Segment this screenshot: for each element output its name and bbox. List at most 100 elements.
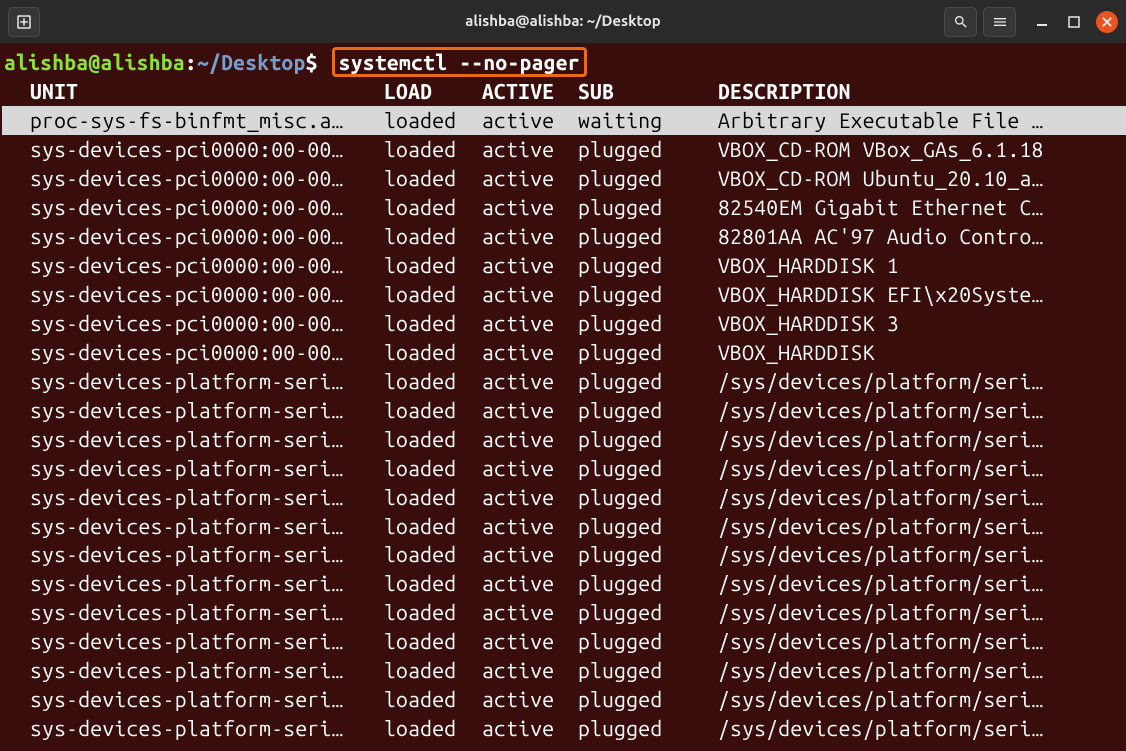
cell-load: loaded bbox=[384, 425, 482, 454]
cell-sub: plugged bbox=[578, 164, 718, 193]
cell-load: loaded bbox=[384, 454, 482, 483]
cell-sub: plugged bbox=[578, 309, 718, 338]
cell-unit: sys-devices-pci0000:00-00… bbox=[8, 222, 384, 251]
cell-description: /sys/devices/platform/seri… bbox=[718, 714, 1126, 743]
prompt-dollar: $ bbox=[306, 50, 318, 74]
cell-active: active bbox=[482, 425, 578, 454]
close-button[interactable] bbox=[1096, 11, 1118, 33]
output-row: sys-devices-pci0000:00-00…loadedactivepl… bbox=[2, 280, 1126, 309]
cell-load: loaded bbox=[384, 338, 482, 367]
cell-load: loaded bbox=[384, 396, 482, 425]
cell-description: /sys/devices/platform/seri… bbox=[718, 483, 1126, 512]
cell-active: active bbox=[482, 540, 578, 569]
cell-description: /sys/devices/platform/seri… bbox=[718, 367, 1126, 396]
cell-description: 82801AA AC'97 Audio Contro… bbox=[718, 222, 1126, 251]
cell-sub: plugged bbox=[578, 280, 718, 309]
cell-description: VBOX_CD-ROM VBox_GAs_6.1.18 bbox=[718, 135, 1126, 164]
output-row: sys-devices-platform-seri…loadedactivepl… bbox=[2, 627, 1126, 656]
cell-active: active bbox=[482, 280, 578, 309]
cell-description: 82540EM Gigabit Ethernet C… bbox=[718, 193, 1126, 222]
cell-sub: plugged bbox=[578, 222, 718, 251]
output-row: sys-devices-platform-seri…loadedactivepl… bbox=[2, 598, 1126, 627]
menu-button[interactable] bbox=[983, 7, 1016, 37]
cell-unit: sys-devices-pci0000:00-00… bbox=[8, 164, 384, 193]
maximize-icon bbox=[1068, 16, 1080, 28]
output-row: sys-devices-platform-seri…loadedactivepl… bbox=[2, 454, 1126, 483]
output-row: sys-devices-pci0000:00-00…loadedactivepl… bbox=[2, 222, 1126, 251]
output-row: sys-devices-pci0000:00-00…loadedactivepl… bbox=[2, 309, 1126, 338]
cell-description: VBOX_HARDDISK EFI\x20Syste… bbox=[718, 280, 1126, 309]
cell-sub: waiting bbox=[578, 106, 718, 135]
new-tab-button[interactable] bbox=[8, 7, 40, 37]
cell-active: active bbox=[482, 627, 578, 656]
cell-sub: plugged bbox=[578, 540, 718, 569]
cell-unit: sys-devices-pci0000:00-00… bbox=[8, 309, 384, 338]
output-row: sys-devices-platform-seri…loadedactivepl… bbox=[2, 540, 1126, 569]
prompt-user-host: alishba@alishba bbox=[4, 50, 185, 74]
cell-unit: sys-devices-platform-seri… bbox=[8, 627, 384, 656]
cell-sub: plugged bbox=[578, 338, 718, 367]
cell-load: loaded bbox=[384, 222, 482, 251]
header-active: ACTIVE bbox=[482, 77, 578, 106]
cell-unit: sys-devices-platform-seri… bbox=[8, 483, 384, 512]
cell-sub: plugged bbox=[578, 135, 718, 164]
cell-active: active bbox=[482, 685, 578, 714]
command-highlight: systemctl --no-pager bbox=[332, 47, 587, 77]
output-row: proc-sys-fs-binfmt_misc.a…loadedactivewa… bbox=[2, 106, 1126, 135]
cell-description: /sys/devices/platform/seri… bbox=[718, 627, 1126, 656]
cell-load: loaded bbox=[384, 540, 482, 569]
cell-unit: sys-devices-pci0000:00-00… bbox=[8, 193, 384, 222]
minimize-icon bbox=[1036, 16, 1048, 28]
cell-sub: plugged bbox=[578, 396, 718, 425]
output-row: sys-devices-platform-seri…loadedactivepl… bbox=[2, 367, 1126, 396]
cell-active: active bbox=[482, 106, 578, 135]
cell-unit: sys-devices-platform-seri… bbox=[8, 367, 384, 396]
cell-unit: sys-devices-pci0000:00-00… bbox=[8, 251, 384, 280]
cell-load: loaded bbox=[384, 251, 482, 280]
new-tab-icon bbox=[15, 13, 33, 31]
cell-description: VBOX_CD-ROM Ubuntu_20.10_a… bbox=[718, 164, 1126, 193]
cell-active: active bbox=[482, 222, 578, 251]
prompt-path: ~/Desktop bbox=[197, 50, 306, 74]
header-load: LOAD bbox=[384, 77, 482, 106]
cell-load: loaded bbox=[384, 714, 482, 743]
cell-load: loaded bbox=[384, 106, 482, 135]
output-row: sys-devices-pci0000:00-00…loadedactivepl… bbox=[2, 164, 1126, 193]
cell-description: VBOX_HARDDISK 3 bbox=[718, 309, 1126, 338]
cell-description: /sys/devices/platform/seri… bbox=[718, 540, 1126, 569]
cell-load: loaded bbox=[384, 512, 482, 541]
cell-active: active bbox=[482, 512, 578, 541]
cell-active: active bbox=[482, 338, 578, 367]
output-row: sys-devices-platform-seri…loadedactivepl… bbox=[2, 396, 1126, 425]
cell-unit: sys-devices-platform-seri… bbox=[8, 540, 384, 569]
cell-unit: sys-devices-pci0000:00-00… bbox=[8, 135, 384, 164]
header-description: DESCRIPTION bbox=[718, 77, 1126, 106]
window-title: alishba@alishba: ~/Desktop bbox=[465, 11, 660, 32]
titlebar-left bbox=[8, 7, 40, 37]
minimize-button[interactable] bbox=[1032, 12, 1052, 32]
hamburger-icon bbox=[992, 14, 1008, 30]
cell-unit: sys-devices-pci0000:00-00… bbox=[8, 280, 384, 309]
cell-sub: plugged bbox=[578, 193, 718, 222]
window-controls bbox=[1032, 11, 1118, 33]
terminal-body[interactable]: alishba@alishba:~/Desktop$ systemctl --n… bbox=[0, 44, 1126, 743]
cell-unit: sys-devices-platform-seri… bbox=[8, 425, 384, 454]
cell-load: loaded bbox=[384, 193, 482, 222]
search-button[interactable] bbox=[944, 7, 977, 37]
cell-unit: sys-devices-platform-seri… bbox=[8, 656, 384, 685]
cell-description: /sys/devices/platform/seri… bbox=[718, 396, 1126, 425]
maximize-button[interactable] bbox=[1064, 12, 1084, 32]
cell-description: Arbitrary Executable File … bbox=[718, 106, 1126, 135]
close-icon bbox=[1102, 17, 1112, 27]
output-row: sys-devices-pci0000:00-00…loadedactivepl… bbox=[2, 251, 1126, 280]
cell-active: active bbox=[482, 309, 578, 338]
cell-sub: plugged bbox=[578, 714, 718, 743]
cell-sub: plugged bbox=[578, 627, 718, 656]
output-row: sys-devices-pci0000:00-00…loadedactivepl… bbox=[2, 338, 1126, 367]
cell-unit: proc-sys-fs-binfmt_misc.a… bbox=[8, 106, 384, 135]
cell-description: /sys/devices/platform/seri… bbox=[718, 598, 1126, 627]
cell-unit: sys-devices-platform-seri… bbox=[8, 569, 384, 598]
cell-sub: plugged bbox=[578, 367, 718, 396]
output-row: sys-devices-platform-seri…loadedactivepl… bbox=[2, 569, 1126, 598]
cell-unit: sys-devices-platform-seri… bbox=[8, 714, 384, 743]
